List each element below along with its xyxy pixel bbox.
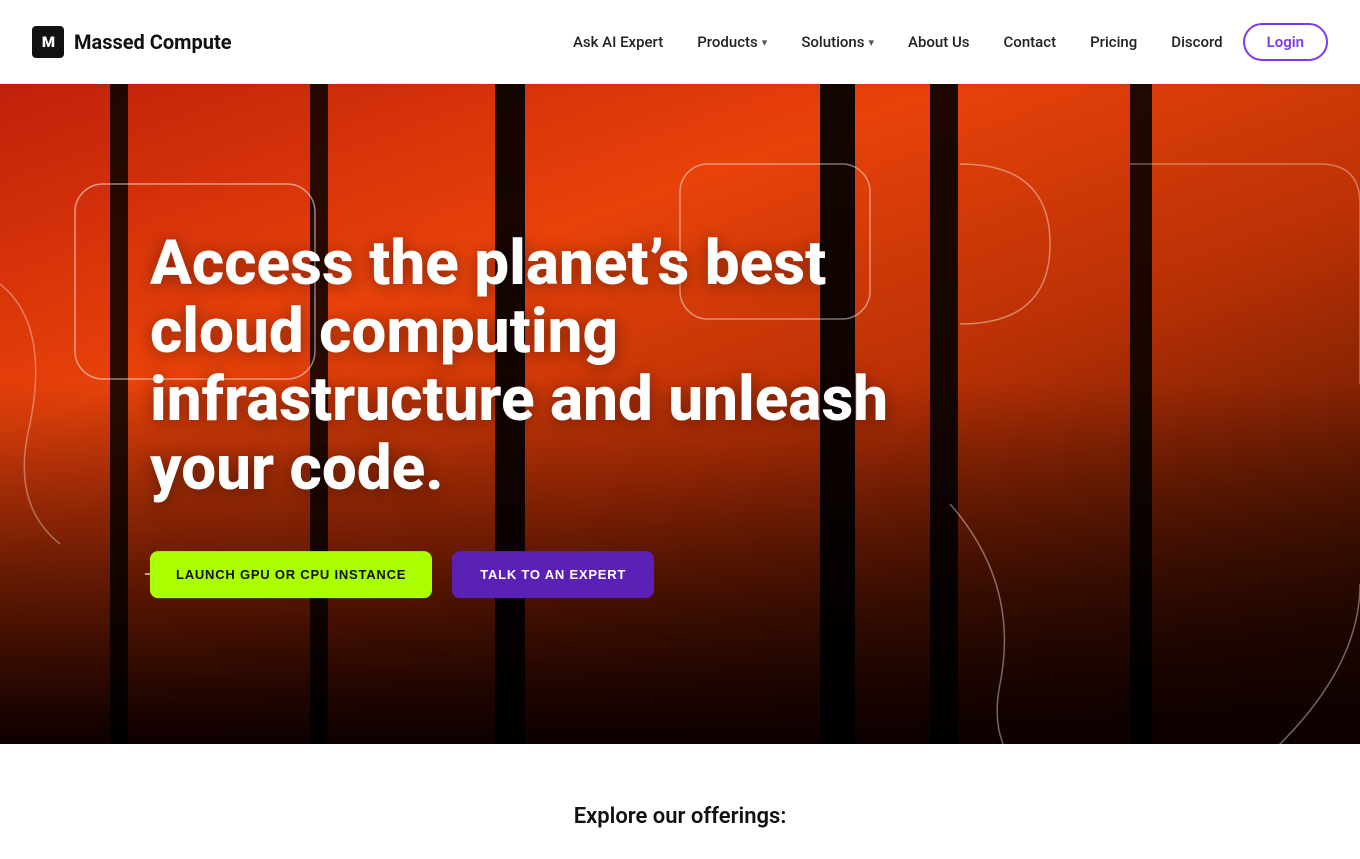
hero-section: Access the planet’s best cloud computing… [0,84,1360,744]
navbar: M Massed Compute Ask AI Expert Products … [0,0,1360,84]
nav-links: Ask AI Expert Products ▾ Solutions ▾ Abo… [559,23,1328,61]
nav-item-contact[interactable]: Contact [990,25,1071,59]
chevron-down-icon: ▾ [762,36,768,49]
logo-text: Massed Compute [74,30,232,54]
nav-item-about-us[interactable]: About Us [894,25,984,59]
hero-buttons: LAUNCH GPU OR CPU INSTANCE TALK TO AN EX… [150,551,970,598]
hero-content: Access the planet’s best cloud computing… [150,230,970,598]
logo-link[interactable]: M Massed Compute [32,26,232,58]
explore-offerings-title: Explore our offerings: [574,804,787,829]
nav-item-products[interactable]: Products ▾ [683,25,781,59]
launch-instance-button[interactable]: LAUNCH GPU OR CPU INSTANCE [150,551,432,598]
offerings-section: Explore our offerings: [0,744,1360,849]
hero-title: Access the planet’s best cloud computing… [150,230,970,503]
nav-item-pricing[interactable]: Pricing [1076,25,1151,59]
nav-item-ask-ai-expert[interactable]: Ask AI Expert [559,25,677,59]
nav-item-solutions[interactable]: Solutions ▾ [787,25,888,59]
talk-to-expert-button[interactable]: TALK TO AN EXPERT [452,551,654,598]
chevron-down-icon: ▾ [868,36,874,49]
nav-item-discord[interactable]: Discord [1157,25,1236,59]
logo-icon: M [32,26,64,58]
login-button[interactable]: Login [1243,23,1328,61]
